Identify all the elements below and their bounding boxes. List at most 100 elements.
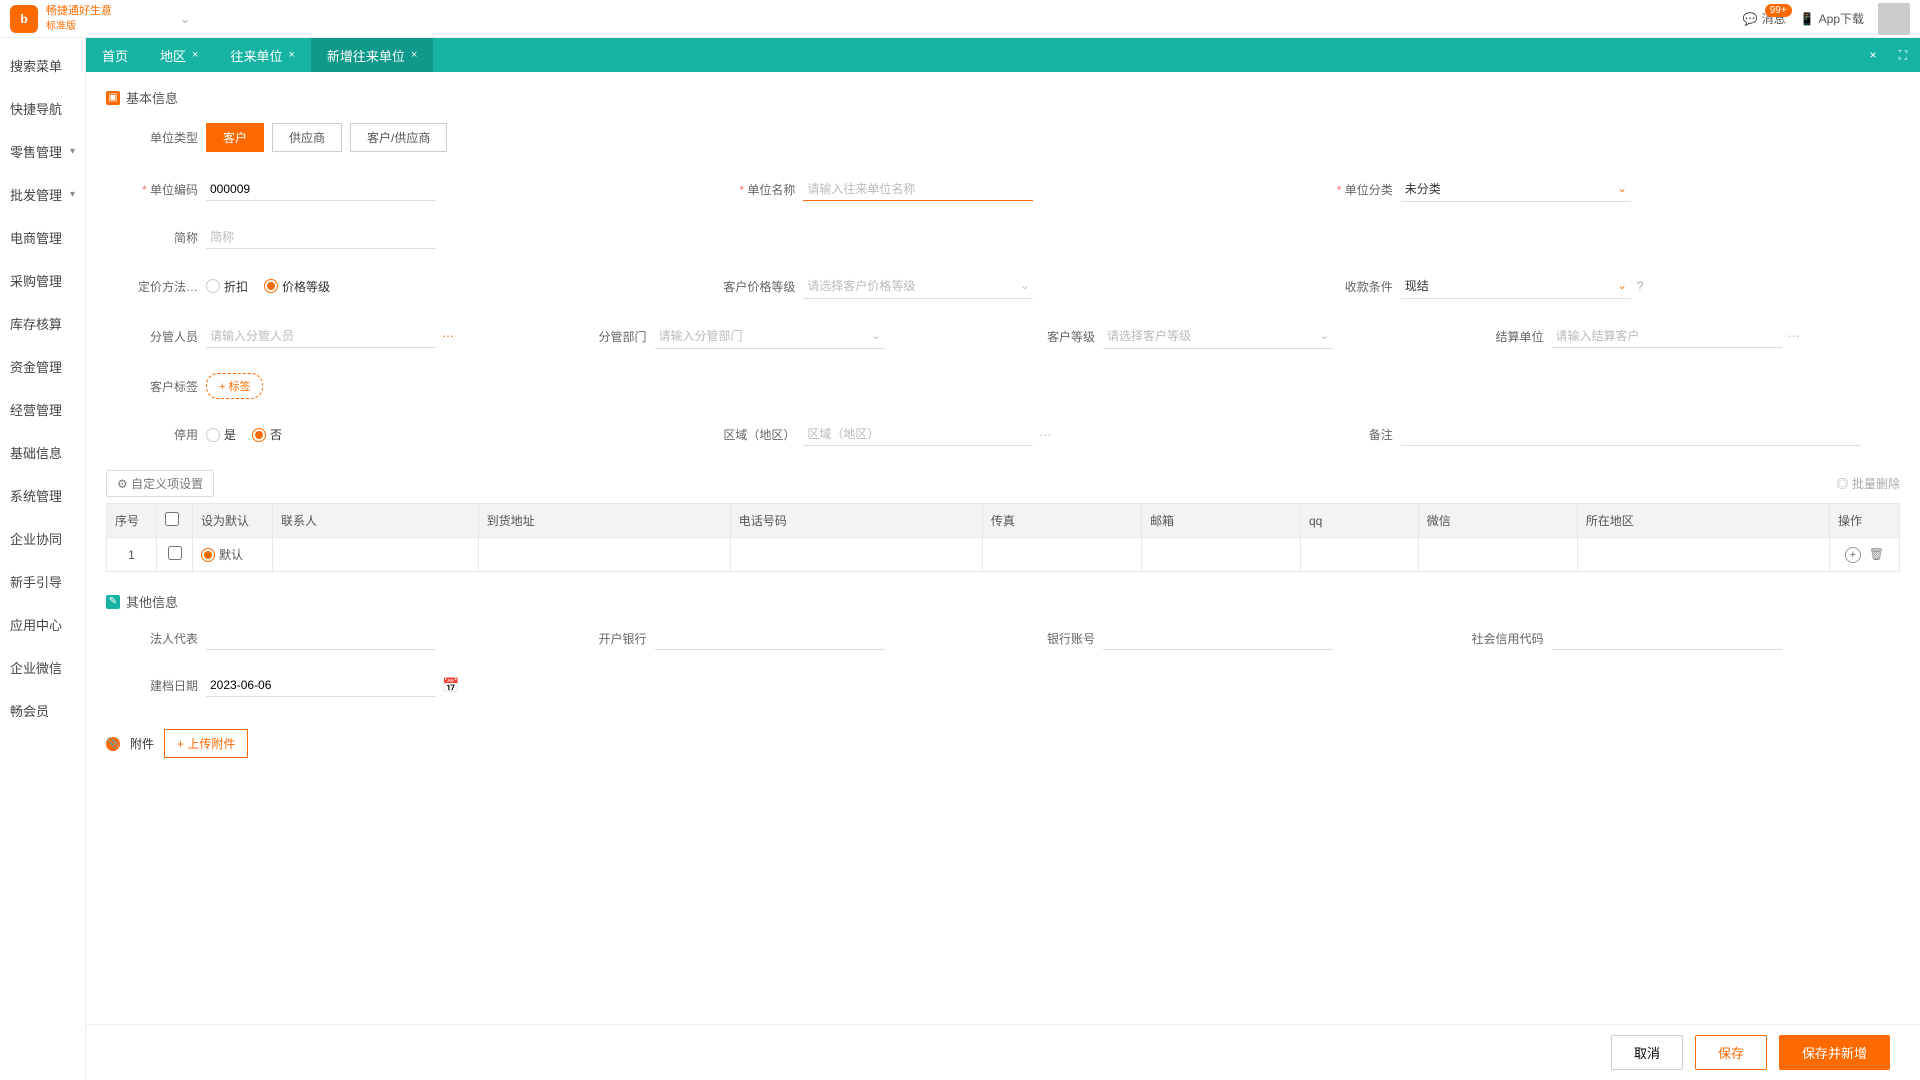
department-select[interactable]: 请输入分管部门 ⌄: [655, 323, 885, 349]
tab-home[interactable]: 首页: [86, 38, 144, 72]
tab-units[interactable]: 往来单位×: [214, 38, 310, 72]
delete-row-button[interactable]: 🗑: [1869, 547, 1884, 563]
sidebar-item-collab[interactable]: 企业协同: [0, 517, 85, 560]
disabled-group: 是 否: [206, 426, 282, 443]
more-icon[interactable]: ⋯: [436, 329, 460, 343]
messages-button[interactable]: 💬 消息 99+: [1743, 10, 1786, 27]
sidebar-item-quick-nav[interactable]: 快捷导航: [0, 87, 85, 130]
customer-level-label: 客户等级: [1003, 328, 1103, 345]
close-icon[interactable]: ×: [411, 49, 417, 61]
disabled-yes-radio[interactable]: 是: [206, 426, 236, 443]
legal-rep-input[interactable]: [206, 627, 436, 650]
tab-new-unit[interactable]: 新增往来单位×: [311, 38, 433, 72]
chevron-down-icon: ⌄: [871, 329, 880, 342]
sidebar-item-wechat[interactable]: 企业微信: [0, 646, 85, 689]
cell-address[interactable]: [478, 538, 730, 572]
close-all-button[interactable]: ×: [1860, 42, 1886, 68]
close-icon[interactable]: ×: [288, 49, 294, 61]
price-level-label: 客户价格等级: [703, 278, 803, 295]
form-content: ▣ 基本信息 单位类型 客户 供应商 客户/供应商 单: [86, 72, 1920, 1080]
sidebar-item-funds[interactable]: 资金管理: [0, 345, 85, 388]
pricing-discount-radio[interactable]: 折扣: [206, 278, 248, 295]
disabled-no-radio[interactable]: 否: [252, 426, 282, 443]
cell-email[interactable]: [1141, 538, 1300, 572]
unit-type-supplier[interactable]: 供应商: [272, 123, 342, 152]
th-qq: qq: [1301, 504, 1419, 538]
sidebar-item-search-menu[interactable]: 搜索菜单: [0, 44, 85, 87]
remark-label: 备注: [1301, 426, 1401, 443]
sidebar: 搜索菜单 快捷导航 零售管理▾ 批发管理▾ 电商管理 采购管理 库存核算 资金管…: [0, 38, 86, 1080]
sidebar-item-system[interactable]: 系统管理: [0, 474, 85, 517]
row-default-radio[interactable]: 默认: [201, 546, 264, 563]
cell-wechat[interactable]: [1418, 538, 1577, 572]
batch-delete-button[interactable]: ◎ 批量删除: [1837, 475, 1900, 492]
credit-code-input[interactable]: [1552, 627, 1782, 650]
bank-account-input[interactable]: [1103, 627, 1333, 650]
sidebar-item-business[interactable]: 经营管理: [0, 388, 85, 431]
avatar[interactable]: [1878, 3, 1910, 35]
fullscreen-button[interactable]: ⛶: [1890, 42, 1916, 68]
save-button[interactable]: 保存: [1695, 1035, 1767, 1070]
sidebar-item-basic[interactable]: 基础信息: [0, 431, 85, 474]
app-download-button[interactable]: 📱 App下载: [1800, 10, 1864, 27]
bank-input[interactable]: [655, 627, 885, 650]
unit-code-input[interactable]: [206, 178, 436, 201]
create-date-input[interactable]: [206, 674, 436, 697]
region-label: 区域（地区）: [703, 426, 803, 443]
alias-input[interactable]: [206, 226, 436, 249]
region-input[interactable]: [803, 423, 1033, 446]
manager-label: 分管人员: [106, 328, 206, 345]
tab-bar: 首页 地区× 往来单位× 新增往来单位× × ⛶: [86, 38, 1920, 72]
sidebar-item-ecommerce[interactable]: 电商管理: [0, 216, 85, 259]
add-row-button[interactable]: +: [1845, 547, 1861, 563]
department-label: 分管部门: [555, 328, 655, 345]
th-wechat: 微信: [1418, 504, 1577, 538]
sidebar-item-inventory[interactable]: 库存核算: [0, 302, 85, 345]
help-icon[interactable]: ?: [1637, 279, 1644, 293]
th-default: 设为默认: [193, 504, 273, 538]
unit-name-input[interactable]: [803, 178, 1033, 201]
credit-code-label: 社会信用代码: [1452, 630, 1552, 647]
settle-unit-input[interactable]: [1552, 325, 1782, 348]
sidebar-item-retail[interactable]: 零售管理▾: [0, 130, 85, 173]
remark-input[interactable]: [1401, 423, 1861, 446]
sidebar-item-member[interactable]: 畅会员: [0, 689, 85, 732]
topbar-left: b 畅捷通好生意 标准版 ⌄: [10, 5, 190, 33]
th-actions: 操作: [1830, 504, 1900, 538]
unit-code-label: 单位编码: [106, 181, 206, 198]
unit-type-both[interactable]: 客户/供应商: [350, 123, 447, 152]
cell-contact[interactable]: [273, 538, 479, 572]
attach-icon: 📎: [106, 737, 120, 751]
payment-terms-select[interactable]: 现结 ⌄: [1401, 273, 1631, 299]
more-icon[interactable]: ⋯: [1782, 329, 1806, 343]
cancel-button[interactable]: 取消: [1611, 1035, 1683, 1070]
caret-icon: ▾: [70, 189, 75, 200]
save-and-new-button[interactable]: 保存并新增: [1779, 1035, 1890, 1070]
cell-phone[interactable]: [730, 538, 982, 572]
custom-fields-button[interactable]: ⚙ 自定义项设置: [106, 470, 214, 497]
close-icon[interactable]: ×: [192, 49, 198, 61]
select-all-checkbox[interactable]: [165, 512, 179, 526]
tab-region[interactable]: 地区×: [144, 38, 214, 72]
manager-input[interactable]: [206, 325, 436, 348]
customer-level-select[interactable]: 请选择客户等级 ⌄: [1103, 323, 1333, 349]
more-icon[interactable]: ⋯: [1033, 428, 1057, 442]
cell-region[interactable]: [1577, 538, 1829, 572]
company-selector[interactable]: ⌄: [180, 12, 190, 26]
sidebar-item-guide[interactable]: 新手引导: [0, 560, 85, 603]
alias-label: 简称: [106, 229, 206, 246]
price-level-select[interactable]: 请选择客户价格等级 ⌄: [803, 273, 1033, 299]
unit-type-customer[interactable]: 客户: [206, 123, 264, 152]
sidebar-item-wholesale[interactable]: 批发管理▾: [0, 173, 85, 216]
add-tag-button[interactable]: + 标签: [206, 373, 263, 399]
upload-attachment-button[interactable]: + 上传附件: [164, 729, 248, 758]
cell-fax[interactable]: [982, 538, 1141, 572]
sidebar-item-apps[interactable]: 应用中心: [0, 603, 85, 646]
unit-category-label: 单位分类: [1301, 181, 1401, 198]
row-checkbox[interactable]: [168, 546, 182, 560]
sidebar-item-purchase[interactable]: 采购管理: [0, 259, 85, 302]
pricing-level-radio[interactable]: 价格等级: [264, 278, 330, 295]
cell-qq[interactable]: [1301, 538, 1419, 572]
calendar-icon[interactable]: 📅: [442, 677, 459, 694]
unit-category-select[interactable]: 未分类 ⌄: [1401, 176, 1631, 202]
